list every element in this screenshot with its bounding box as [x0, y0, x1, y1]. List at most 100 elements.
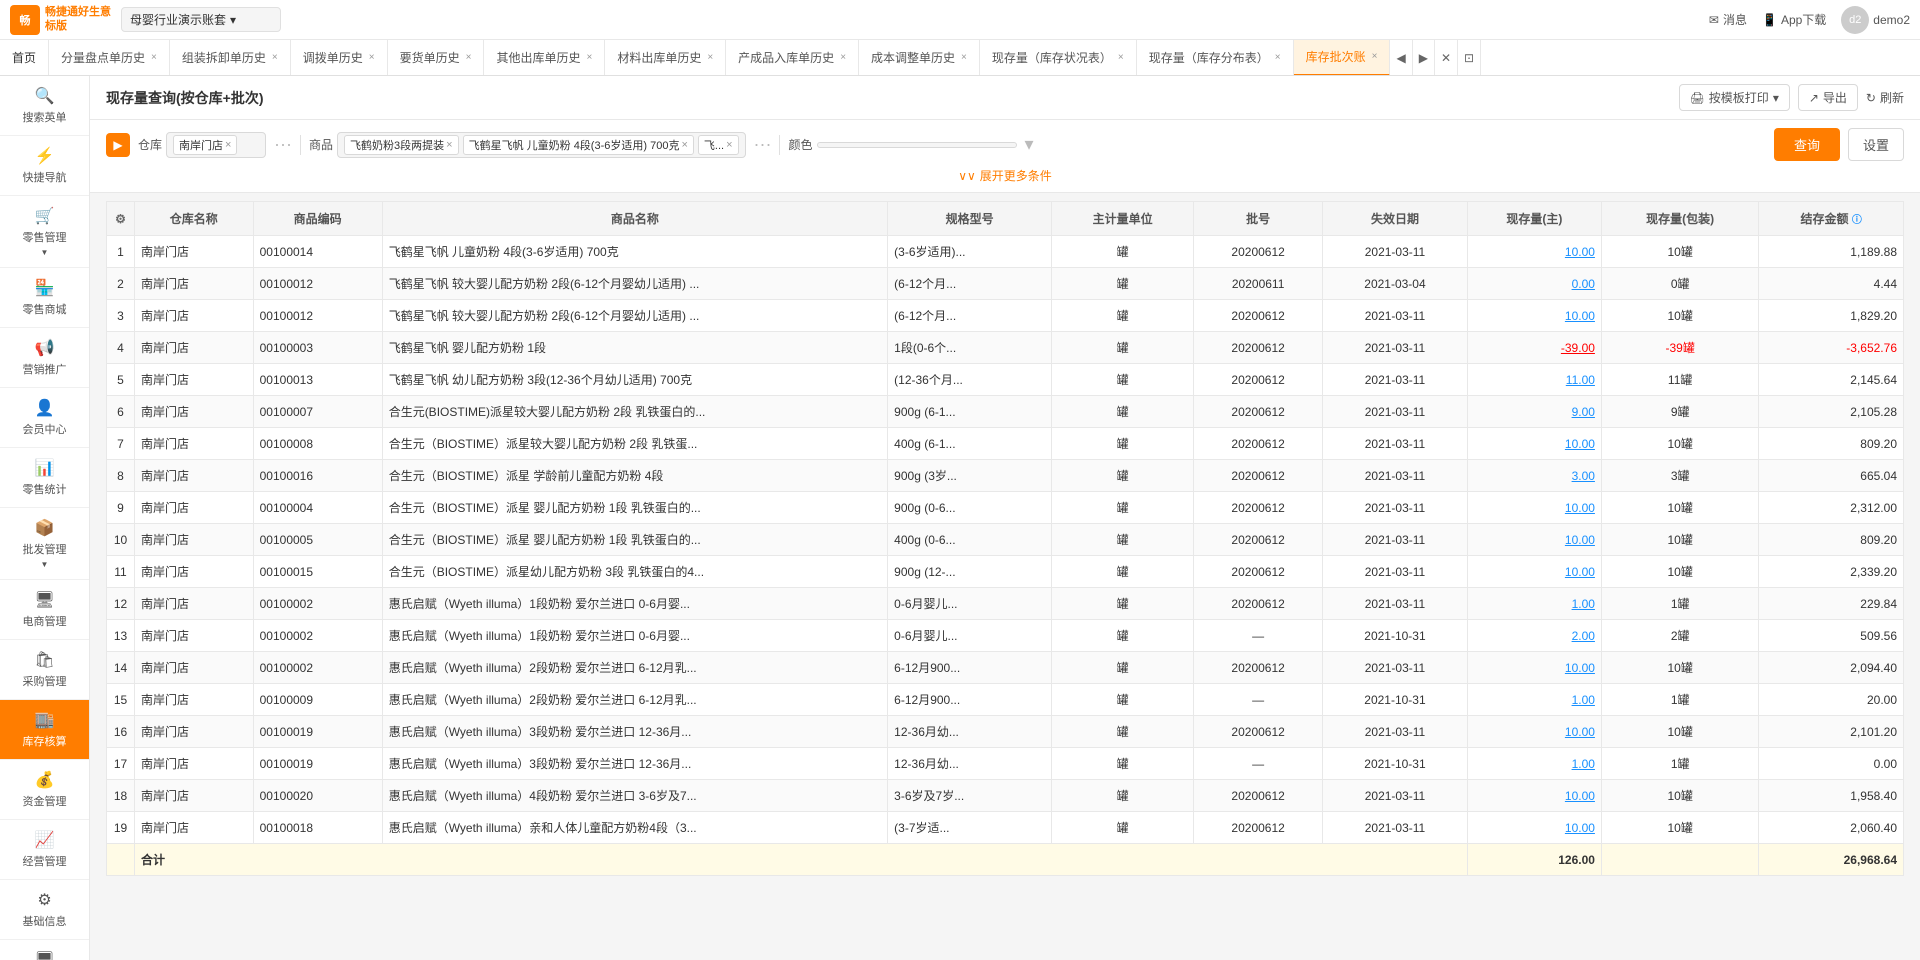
tab-close-zuchai[interactable]: × [272, 52, 278, 63]
tab-zuchai[interactable]: 组装拆卸单历史 × [170, 40, 291, 76]
th-settings[interactable]: ⚙ [107, 202, 135, 236]
row-unit: 罐 [1052, 236, 1194, 268]
row-qty-main[interactable]: 0.00 [1467, 268, 1601, 300]
row-expire: 2021-10-31 [1323, 748, 1468, 780]
product-tag-3[interactable]: 飞... × [698, 135, 739, 155]
row-qty-main[interactable]: 9.00 [1467, 396, 1601, 428]
row-qty-main[interactable]: 1.00 [1467, 588, 1601, 620]
warehouse-filter-input[interactable]: 南岸门店 × [166, 132, 266, 158]
sidebar-item-retail[interactable]: 🛒 零售管理 ▼ [0, 196, 89, 268]
template-print-btn[interactable]: 🖨 按模板打印 ▾ [1679, 84, 1790, 111]
sidebar-item-ecommerce[interactable]: 🖥 电商管理 [0, 580, 89, 640]
sidebar-item-member[interactable]: 👤 会员中心 [0, 388, 89, 448]
row-code: 00100007 [253, 396, 382, 428]
tab-close-xianzailiang2[interactable]: × [1275, 52, 1281, 63]
tab-chengben[interactable]: 成本调整单历史 × [859, 40, 980, 76]
row-expire: 2021-03-11 [1323, 460, 1468, 492]
tab-close-pici[interactable]: × [1372, 51, 1378, 62]
remove-product-tag-3[interactable]: × [726, 139, 732, 151]
tab-close-chanpin[interactable]: × [840, 52, 846, 63]
tab-qitachuku[interactable]: 其他出库单历史 × [484, 40, 605, 76]
table-row: 19 南岸门店 00100018 惠氏启赋（Wyeth illuma）亲和人体儿… [107, 812, 1904, 844]
tab-chanpin[interactable]: 产成品入库单历史 × [726, 40, 859, 76]
row-qty-main[interactable]: 10.00 [1467, 236, 1601, 268]
row-qty-main[interactable]: 10.00 [1467, 780, 1601, 812]
table-row: 10 南岸门店 00100005 合生元（BIOSTIME）派星 婴儿配方奶粉 … [107, 524, 1904, 556]
tab-expand-btn[interactable]: ⊡ [1458, 40, 1481, 76]
row-expire: 2021-03-11 [1323, 716, 1468, 748]
row-qty-main[interactable]: 10.00 [1467, 652, 1601, 684]
sidebar-item-purchase[interactable]: 🛍 采购管理 [0, 640, 89, 700]
row-qty-main[interactable]: 1.00 [1467, 748, 1601, 780]
tab-cailiao[interactable]: 材料出库单历史 × [605, 40, 726, 76]
tab-close-tiaopo[interactable]: × [369, 52, 375, 63]
sidebar-item-finance[interactable]: 💰 资金管理 [0, 760, 89, 820]
product-filter-input[interactable]: 飞鹤奶粉3段两提装 × 飞鹤星飞帆 儿童奶粉 4段(3-6岁适用) 700克 ×… [337, 132, 745, 158]
tab-close-cailiao[interactable]: × [707, 52, 713, 63]
row-qty-main[interactable]: -39.00 [1467, 332, 1601, 364]
tab-close-xianzailiang1[interactable]: × [1118, 52, 1124, 63]
row-qty-main[interactable]: 10.00 [1467, 428, 1601, 460]
sidebar-item-operations[interactable]: 📈 经营管理 [0, 820, 89, 880]
sidebar-item-inventory[interactable]: 🏬 库存核算 [0, 700, 89, 760]
product-tag-1[interactable]: 飞鹤奶粉3段两提装 × [344, 135, 459, 155]
expand-conditions-btn[interactable]: ∨∨ 展开更多条件 [958, 167, 1052, 184]
remove-product-tag-2[interactable]: × [681, 139, 687, 151]
warehouse-tag-nanandian[interactable]: 南岸门店 × [173, 135, 237, 155]
remove-product-tag-1[interactable]: × [446, 139, 452, 151]
amount-info-icon[interactable]: ⓘ [1852, 215, 1862, 226]
row-qty-main[interactable]: 10.00 [1467, 300, 1601, 332]
remove-warehouse-tag[interactable]: × [225, 139, 231, 151]
sidebar-item-retailstat[interactable]: 📊 零售统计 [0, 448, 89, 508]
row-no: 2 [107, 268, 135, 300]
query-btn[interactable]: 查询 [1774, 128, 1840, 161]
row-qty-main[interactable]: 3.00 [1467, 460, 1601, 492]
tab-xianzailiang1[interactable]: 现存量（库存状况表） × [980, 40, 1137, 76]
row-qty-main[interactable]: 2.00 [1467, 620, 1601, 652]
row-qty-main[interactable]: 11.00 [1467, 364, 1601, 396]
sidebar-item-search[interactable]: 🔍 搜索英单 [0, 76, 89, 136]
th-name: 商品名称 [382, 202, 887, 236]
app-download-btn[interactable]: 📱 App下载 [1762, 11, 1826, 28]
tab-xianzailiang2[interactable]: 现存量（库存分布表） × [1137, 40, 1294, 76]
setting-btn[interactable]: 设置 [1848, 128, 1904, 161]
tab-prev-btn[interactable]: ◀ [1390, 40, 1412, 76]
sidebar-item-basic[interactable]: ⚙ 基础信息 [0, 880, 89, 940]
message-icon: ✉ [1709, 13, 1719, 27]
refresh-btn[interactable]: ↻ 刷新 [1866, 89, 1904, 106]
user-menu[interactable]: d2 demo2 [1841, 6, 1910, 34]
sidebar-item-system[interactable]: 🖥 系统管理 [0, 940, 89, 960]
export-btn[interactable]: ↗ 导出 [1798, 84, 1858, 111]
row-qty-main[interactable]: 10.00 [1467, 492, 1601, 524]
column-settings-icon[interactable]: ⚙ [115, 212, 126, 226]
row-qty-main[interactable]: 10.00 [1467, 556, 1601, 588]
org-select[interactable]: 母婴行业演示账套 ▾ [121, 7, 281, 32]
sidebar-item-marketing[interactable]: 📢 营销推广 [0, 328, 89, 388]
tab-home[interactable]: 首页 [0, 40, 49, 76]
tab-yaohuodan[interactable]: 要货单历史 × [388, 40, 485, 76]
row-batch: 20200612 [1194, 364, 1323, 396]
color-filter-input[interactable] [817, 142, 1017, 148]
row-qty-main[interactable]: 1.00 [1467, 684, 1601, 716]
tab-fenpan[interactable]: 分量盘点单历史 × [49, 40, 170, 76]
row-qty-main[interactable]: 10.00 [1467, 524, 1601, 556]
sidebar-item-retailshop[interactable]: 🏪 零售商城 [0, 268, 89, 328]
product-tag-2[interactable]: 飞鹤星飞帆 儿童奶粉 4段(3-6岁适用) 700克 × [463, 135, 694, 155]
tab-close-fenpan[interactable]: × [151, 52, 157, 63]
tab-close-chengben[interactable]: × [961, 52, 967, 63]
row-qty-main[interactable]: 10.00 [1467, 812, 1601, 844]
sidebar-item-wholesale[interactable]: 📦 批发管理 ▼ [0, 508, 89, 580]
row-spec: 400g (0-6... [888, 524, 1052, 556]
sidebar-item-quicknav[interactable]: ⚡ 快捷导航 [0, 136, 89, 196]
tab-close-yaohuodan[interactable]: × [466, 52, 472, 63]
tab-close-all-btn[interactable]: ✕ [1435, 40, 1458, 76]
row-qty-main[interactable]: 10.00 [1467, 716, 1601, 748]
filter-expand-btn[interactable]: ▶ [106, 133, 130, 157]
tab-pici[interactable]: 库存批次账 × [1294, 40, 1391, 76]
tab-close-qitachuku[interactable]: × [586, 52, 592, 63]
tab-tiaopo[interactable]: 调拨单历史 × [291, 40, 388, 76]
row-code: 00100016 [253, 460, 382, 492]
message-btn[interactable]: ✉ 消息 [1709, 11, 1747, 28]
marketing-icon: 📢 [35, 338, 55, 358]
tab-next-btn[interactable]: ▶ [1413, 40, 1435, 76]
